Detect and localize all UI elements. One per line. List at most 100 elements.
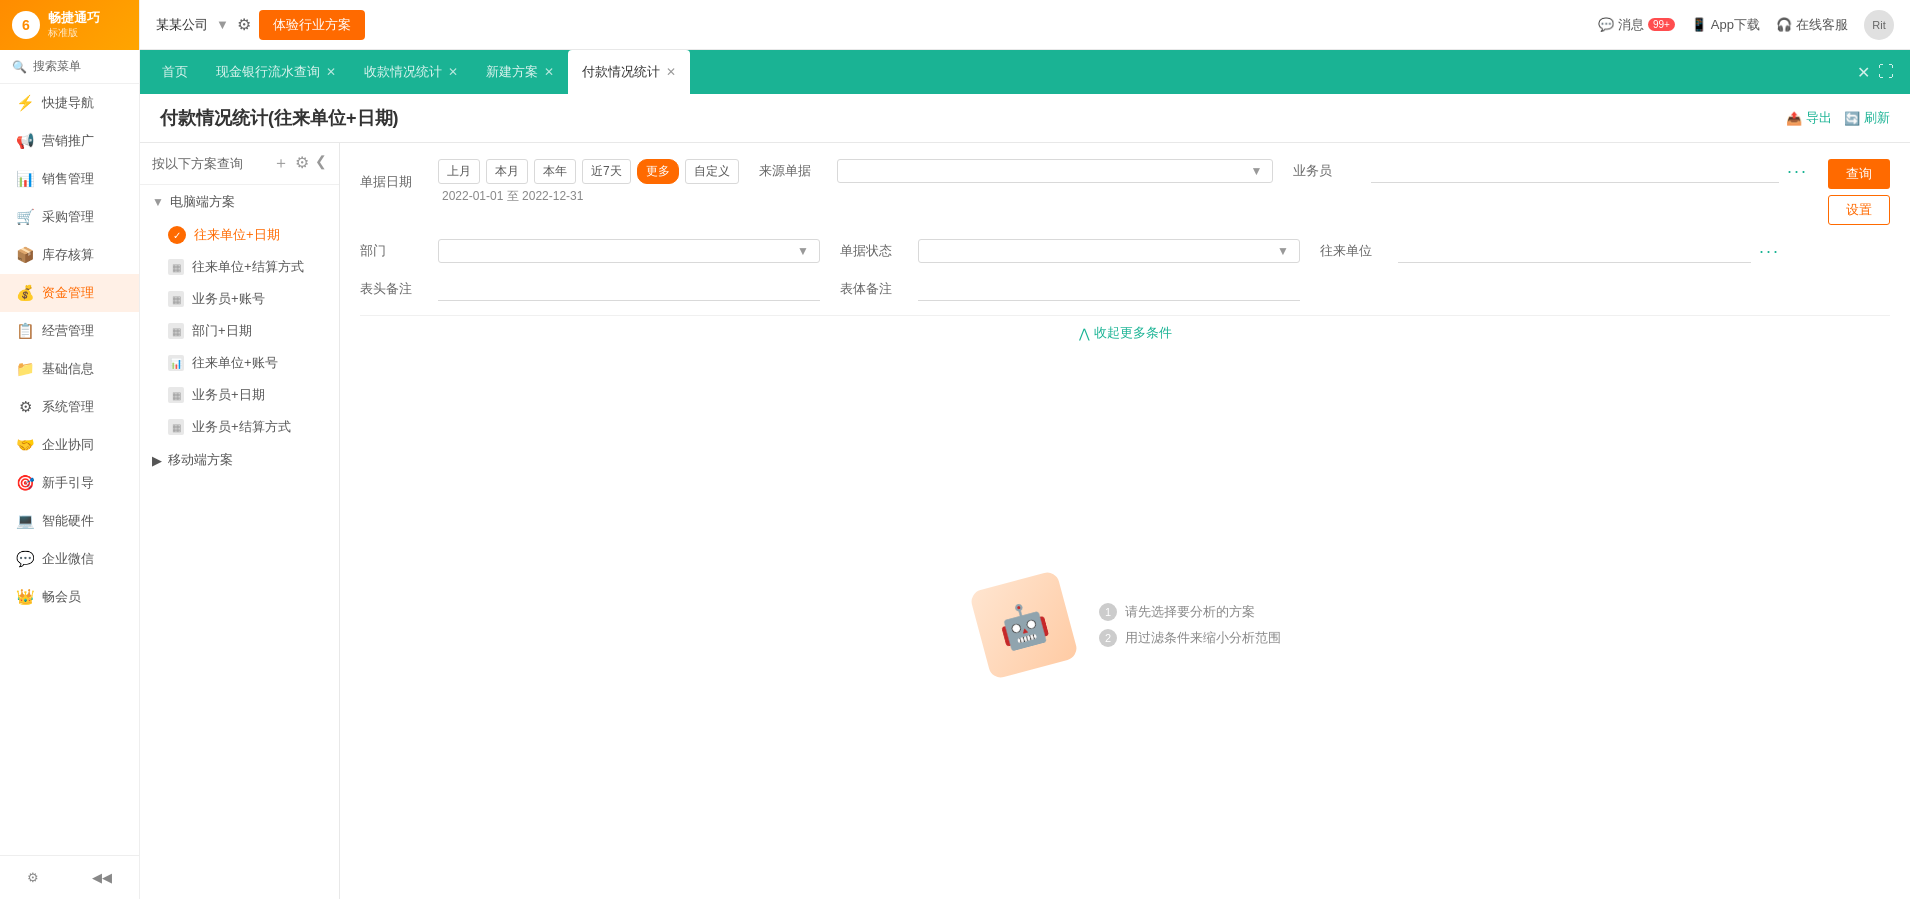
sidebar-item-cooperation[interactable]: 🤝 企业协同: [0, 426, 139, 464]
scheme-item-staff-date[interactable]: ▦ 业务员+日期: [140, 379, 339, 411]
this-year-btn[interactable]: 本年: [534, 159, 576, 184]
tab-close-all-btn[interactable]: ✕: [1857, 63, 1870, 82]
tab-home[interactable]: 首页: [148, 50, 202, 94]
tab-bank-flow[interactable]: 现金银行流水查询 ✕: [202, 50, 350, 94]
scheme-staff-account-label: 业务员+账号: [192, 290, 265, 308]
scheme-item-unit-settle[interactable]: ▦ 往来单位+结算方式: [140, 251, 339, 283]
tab-bank-flow-close[interactable]: ✕: [326, 65, 336, 79]
company-name: 某某公司: [156, 16, 208, 34]
tab-new-scheme[interactable]: 新建方案 ✕: [472, 50, 568, 94]
source-select[interactable]: ▼: [837, 159, 1274, 183]
sidebar-item-wechat[interactable]: 💬 企业微信: [0, 540, 139, 578]
date-buttons: 上月 本月 本年 近7天 更多 自定义: [438, 159, 739, 184]
refresh-btn[interactable]: 🔄 刷新: [1844, 109, 1890, 127]
quick-nav-icon: ⚡: [16, 94, 34, 112]
last-7days-btn[interactable]: 近7天: [582, 159, 631, 184]
scheme-item-staff-settle[interactable]: ▦ 业务员+结算方式: [140, 411, 339, 443]
scheme-unit-date-label: 往来单位+日期: [194, 226, 280, 244]
header-remark-input[interactable]: [438, 277, 820, 301]
online-service-action[interactable]: 🎧 在线客服: [1776, 16, 1848, 34]
staff-input[interactable]: [1371, 159, 1779, 183]
tab-new-scheme-close[interactable]: ✕: [544, 65, 554, 79]
tab-bank-flow-label: 现金银行流水查询: [216, 63, 320, 81]
tab-expand-btn[interactable]: ⛶: [1878, 63, 1894, 82]
finance-label: 资金管理: [42, 284, 94, 302]
unit-input[interactable]: [1398, 239, 1751, 263]
wechat-icon: 💬: [16, 550, 34, 568]
more-btn[interactable]: 更多: [637, 159, 679, 184]
mobile-scheme-group[interactable]: ▶ 移动端方案: [140, 443, 339, 477]
page-title: 付款情况统计(往来单位+日期): [160, 106, 399, 130]
empty-illustration: 🤖: [969, 570, 1079, 680]
scheme-item-unit-account[interactable]: 📊 往来单位+账号: [140, 347, 339, 379]
scheme-table-icon-1: ▦: [168, 259, 184, 275]
system-icon: ⚙: [16, 398, 34, 416]
staff-ellipsis[interactable]: ···: [1787, 161, 1808, 182]
scheme-staff-settle-label: 业务员+结算方式: [192, 418, 291, 436]
scheme-item-dept-date[interactable]: ▦ 部门+日期: [140, 315, 339, 347]
app-download-action[interactable]: 📱 App下载: [1691, 16, 1760, 34]
message-action[interactable]: 💬 消息 99+: [1598, 16, 1675, 34]
collapse-bar[interactable]: ⋀ 收起更多条件: [360, 315, 1890, 350]
purchase-label: 采购管理: [42, 208, 94, 226]
filter-section: 单据日期 上月 本月 本年 近7天 更多 自定义 20: [340, 143, 1910, 350]
unit-ellipsis[interactable]: ···: [1759, 241, 1780, 262]
scheme-item-unit-date[interactable]: ✓ 往来单位+日期: [140, 219, 339, 251]
scheme-item-staff-account[interactable]: ▦ 业务员+账号: [140, 283, 339, 315]
scheme-settings-btn[interactable]: ⚙: [295, 153, 309, 174]
date-controls: 上月 本月 本年 近7天 更多 自定义 2022-01-01 至 2022-12…: [438, 159, 739, 205]
logo-text-block: 畅捷通巧 标准版: [48, 10, 100, 40]
doc-status-label: 单据状态: [840, 242, 910, 260]
robot-icon: 🤖: [994, 596, 1054, 654]
desktop-group-header[interactable]: ▼ 电脑端方案: [140, 185, 339, 219]
sidebar-item-purchase[interactable]: 🛒 采购管理: [0, 198, 139, 236]
collapse-label: 收起更多条件: [1094, 324, 1172, 342]
unit-label: 往来单位: [1320, 242, 1390, 260]
tip-num-1: 1: [1099, 603, 1117, 621]
sidebar-item-inventory[interactable]: 📦 库存核算: [0, 236, 139, 274]
logo-subtitle: 标准版: [48, 26, 100, 40]
topbar-settings-icon[interactable]: ⚙: [237, 15, 251, 34]
sidebar-item-sales[interactable]: 📊 销售管理: [0, 160, 139, 198]
tab-payment-stats[interactable]: 付款情况统计 ✕: [568, 50, 690, 94]
trial-button[interactable]: 体验行业方案: [259, 10, 365, 40]
doc-status-select[interactable]: ▼: [918, 239, 1300, 263]
app-download-icon: 📱: [1691, 17, 1707, 32]
marketing-icon: 📢: [16, 132, 34, 150]
search-menu[interactable]: 🔍 搜索菜单: [0, 50, 139, 84]
body-remark-input[interactable]: [918, 277, 1300, 301]
sidebar-settings-btn[interactable]: ⚙: [21, 864, 45, 891]
company-dropdown-arrow[interactable]: ▼: [216, 17, 229, 32]
query-button[interactable]: 查询: [1828, 159, 1890, 189]
sidebar-item-basic-info[interactable]: 📁 基础信息: [0, 350, 139, 388]
message-icon: 💬: [1598, 17, 1614, 32]
sidebar-item-finance[interactable]: 💰 资金管理: [0, 274, 139, 312]
sidebar-collapse-btn[interactable]: ◀◀: [86, 864, 118, 891]
online-service-label: 在线客服: [1796, 16, 1848, 34]
sidebar-item-system[interactable]: ⚙ 系统管理: [0, 388, 139, 426]
export-btn[interactable]: 📤 导出: [1786, 109, 1832, 127]
custom-btn[interactable]: 自定义: [685, 159, 739, 184]
sidebar-item-member[interactable]: 👑 畅会员: [0, 578, 139, 616]
user-avatar[interactable]: Rit: [1864, 10, 1894, 40]
sidebar-item-quick-nav[interactable]: ⚡ 快捷导航: [0, 84, 139, 122]
scheme-add-btn[interactable]: ＋: [273, 153, 289, 174]
tip-text-1: 请先选择要分析的方案: [1125, 603, 1255, 621]
desktop-group-label: 电脑端方案: [170, 193, 235, 211]
sidebar-item-marketing[interactable]: 📢 营销推广: [0, 122, 139, 160]
empty-area: 🤖 1 请先选择要分析的方案 2 用过滤条件来缩小分析范围: [340, 351, 1910, 899]
member-label: 畅会员: [42, 588, 81, 606]
sidebar-item-operations[interactable]: 📋 经营管理: [0, 312, 139, 350]
sidebar-item-guide[interactable]: 🎯 新手引导: [0, 464, 139, 502]
last-month-btn[interactable]: 上月: [438, 159, 480, 184]
sidebar-item-hardware[interactable]: 💻 智能硬件: [0, 502, 139, 540]
this-month-btn[interactable]: 本月: [486, 159, 528, 184]
filter-panel: 单据日期 上月 本月 本年 近7天 更多 自定义 20: [340, 143, 1910, 899]
tab-payment-stats-close[interactable]: ✕: [666, 65, 676, 79]
tab-receipt-stats-close[interactable]: ✕: [448, 65, 458, 79]
dept-select[interactable]: ▼: [438, 239, 820, 263]
settings-button[interactable]: 设置: [1828, 195, 1890, 225]
topbar: 某某公司 ▼ ⚙ 体验行业方案 💬 消息 99+ 📱 App下载 🎧 在线客服 …: [140, 0, 1910, 50]
scheme-collapse-btn[interactable]: ❮: [315, 153, 327, 174]
tab-receipt-stats[interactable]: 收款情况统计 ✕: [350, 50, 472, 94]
